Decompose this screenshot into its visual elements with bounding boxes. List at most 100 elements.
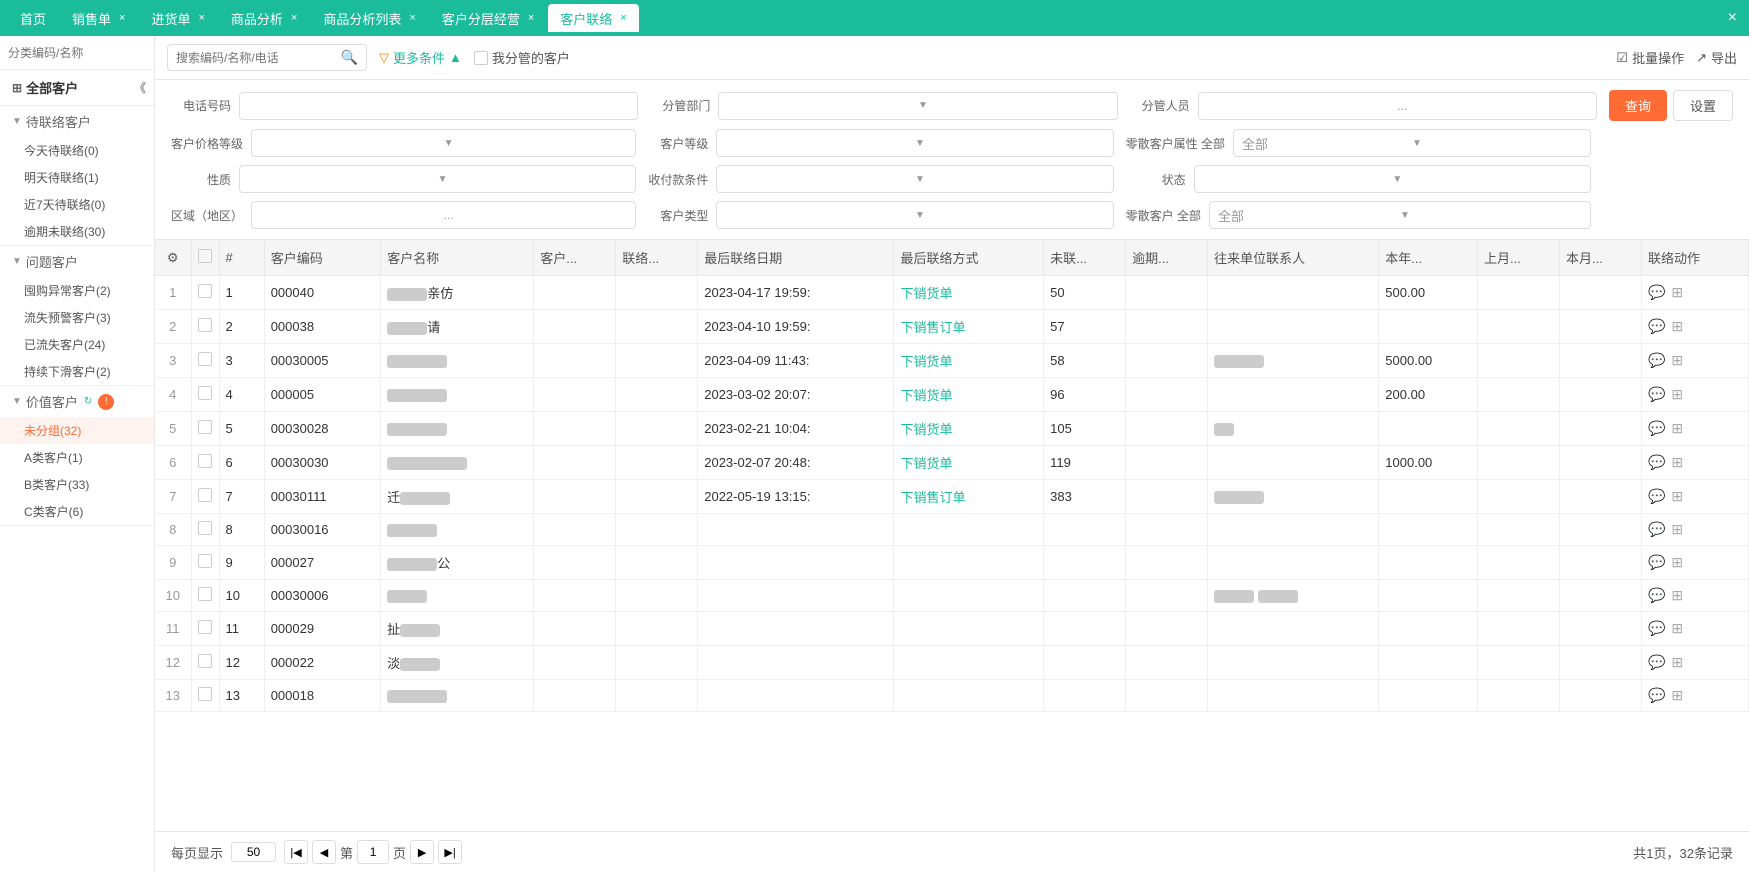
checkbox-col-header[interactable] bbox=[191, 240, 219, 276]
last-contact-method-col-header[interactable]: 最后联络方式 bbox=[894, 240, 1044, 276]
sidebar-group-value-header[interactable]: ▼ 价值客户 ↻ ! bbox=[0, 386, 154, 417]
retail-attr-select[interactable]: 全部 ▼ bbox=[1233, 129, 1591, 157]
row-checkbox[interactable] bbox=[198, 386, 212, 400]
table-cell-checkbox[interactable] bbox=[191, 680, 219, 712]
sidebar-item-abnormal-hoarding[interactable]: 囤购异常客户(2) bbox=[0, 277, 154, 304]
batch-ops-btn[interactable]: ☑ 批量操作 bbox=[1616, 48, 1684, 67]
table-cell-checkbox[interactable] bbox=[191, 446, 219, 480]
chat-icon[interactable]: 💬 bbox=[1648, 620, 1665, 637]
grid-action-icon[interactable]: ⊞ bbox=[1671, 620, 1683, 637]
my-customers-checkbox[interactable]: 我分管的客户 bbox=[474, 48, 570, 67]
tab-sales-close[interactable]: × bbox=[119, 12, 125, 24]
row-checkbox[interactable] bbox=[198, 352, 212, 366]
filter-search-icon[interactable]: 🔍 bbox=[341, 49, 358, 66]
last-page-btn[interactable]: ▶| bbox=[438, 840, 462, 864]
tab-customer-tier-close[interactable]: × bbox=[528, 12, 534, 24]
name-col-header[interactable]: 客户名称 bbox=[381, 240, 534, 276]
row-checkbox[interactable] bbox=[198, 587, 212, 601]
settings-col-header[interactable]: ⚙ bbox=[155, 240, 191, 276]
export-btn[interactable]: ↗ 导出 bbox=[1696, 48, 1737, 67]
tab-goods-analysis-close[interactable]: × bbox=[291, 12, 297, 24]
grid-action-icon[interactable]: ⊞ bbox=[1671, 352, 1683, 369]
tab-customer-tier[interactable]: 客户分层经营 × bbox=[430, 4, 546, 32]
grid-action-icon[interactable]: ⊞ bbox=[1671, 488, 1683, 505]
chat-icon[interactable]: 💬 bbox=[1648, 687, 1665, 704]
sidebar-search-input[interactable] bbox=[8, 46, 155, 60]
row-checkbox[interactable] bbox=[198, 284, 212, 298]
tab-home[interactable]: 首页 bbox=[8, 4, 58, 32]
grid-action-icon[interactable]: ⊞ bbox=[1671, 654, 1683, 671]
next-page-btn[interactable]: ▶ bbox=[410, 840, 434, 864]
last-contact-method-link[interactable]: 下销售订单 bbox=[900, 320, 965, 335]
chat-icon[interactable]: 💬 bbox=[1648, 318, 1665, 335]
tab-goods-analysis[interactable]: 商品分析 × bbox=[219, 4, 309, 32]
row-checkbox[interactable] bbox=[198, 420, 212, 434]
last-contact-date-col-header[interactable]: 最后联络日期 bbox=[698, 240, 894, 276]
table-cell-checkbox[interactable] bbox=[191, 378, 219, 412]
tab-purchase-close[interactable]: × bbox=[198, 12, 204, 24]
nav-close-all[interactable]: × bbox=[1724, 5, 1741, 31]
grid-action-icon[interactable]: ⊞ bbox=[1671, 318, 1683, 335]
unit-contact-col-header[interactable]: 往来单位联系人 bbox=[1208, 240, 1379, 276]
sidebar-item-tomorrow-pending[interactable]: 明天待联络(1) bbox=[0, 164, 154, 191]
row-checkbox[interactable] bbox=[198, 620, 212, 634]
tab-customer-contact[interactable]: 客户联络 × bbox=[548, 4, 638, 32]
last-contact-method-link[interactable]: 下销货单 bbox=[900, 456, 952, 471]
last-contact-method-link[interactable]: 下销货单 bbox=[900, 388, 952, 403]
last-month-col-header[interactable]: 上月... bbox=[1477, 240, 1559, 276]
my-customers-check[interactable] bbox=[474, 51, 488, 65]
table-cell-checkbox[interactable] bbox=[191, 480, 219, 514]
retail-customer-select[interactable]: 全部 ▼ bbox=[1209, 201, 1591, 229]
table-cell-checkbox[interactable] bbox=[191, 310, 219, 344]
grid-action-icon[interactable]: ⊞ bbox=[1671, 454, 1683, 471]
type-col-header[interactable]: 客户... bbox=[534, 240, 616, 276]
grid-action-icon[interactable]: ⊞ bbox=[1671, 554, 1683, 571]
query-button[interactable]: 查询 bbox=[1609, 90, 1667, 121]
collapse-icon[interactable]: 《 bbox=[134, 79, 146, 96]
sidebar-item-ungrouped[interactable]: 未分组(32) bbox=[0, 417, 154, 444]
tab-sales[interactable]: 销售单 × bbox=[60, 4, 137, 32]
filter-search-input[interactable] bbox=[176, 51, 337, 65]
row-checkbox[interactable] bbox=[198, 488, 212, 502]
nature-select[interactable]: ▼ bbox=[239, 165, 636, 193]
sidebar-item-class-a[interactable]: A类客户(1) bbox=[0, 444, 154, 471]
row-checkbox[interactable] bbox=[198, 318, 212, 332]
sidebar-group-pending-header[interactable]: ▼ 待联络客户 bbox=[0, 106, 154, 137]
chat-icon[interactable]: 💬 bbox=[1648, 352, 1665, 369]
last-contact-method-link[interactable]: 下销货单 bbox=[900, 422, 952, 437]
last-contact-method-link[interactable]: 下销货单 bbox=[900, 286, 952, 301]
tab-goods-analysis-list[interactable]: 商品分析列表 × bbox=[311, 4, 427, 32]
row-checkbox[interactable] bbox=[198, 554, 212, 568]
manager-select[interactable]: ... bbox=[1198, 92, 1597, 120]
chat-icon[interactable]: 💬 bbox=[1648, 587, 1665, 604]
grid-action-icon[interactable]: ⊞ bbox=[1671, 420, 1683, 437]
prev-page-btn[interactable]: ◀ bbox=[312, 840, 336, 864]
sidebar-item-churn-warning[interactable]: 流失预警客户(3) bbox=[0, 304, 154, 331]
sidebar-item-churned[interactable]: 已流失客户(24) bbox=[0, 331, 154, 358]
page-size-input[interactable] bbox=[231, 842, 276, 862]
chat-icon[interactable]: 💬 bbox=[1648, 284, 1665, 301]
chat-icon[interactable]: 💬 bbox=[1648, 386, 1665, 403]
table-cell-checkbox[interactable] bbox=[191, 612, 219, 646]
sidebar-item-declining[interactable]: 持续下滑客户(2) bbox=[0, 358, 154, 385]
table-cell-checkbox[interactable] bbox=[191, 344, 219, 378]
contact-col-header[interactable]: 联络... bbox=[616, 240, 698, 276]
row-checkbox[interactable] bbox=[198, 687, 212, 701]
price-level-select[interactable]: ▼ bbox=[251, 129, 636, 157]
chat-icon[interactable]: 💬 bbox=[1648, 521, 1665, 538]
chat-icon[interactable]: 💬 bbox=[1648, 454, 1665, 471]
sidebar-group-problem-header[interactable]: ▼ 问题客户 bbox=[0, 246, 154, 277]
sidebar-all-customers[interactable]: ⊞ 全部客户 《 bbox=[0, 70, 154, 106]
reset-button[interactable]: 设置 bbox=[1673, 90, 1733, 121]
chat-icon[interactable]: 💬 bbox=[1648, 488, 1665, 505]
more-conditions-btn[interactable]: ▽ 更多条件 ▲ bbox=[379, 48, 462, 67]
sidebar-item-today-pending[interactable]: 今天待联络(0) bbox=[0, 137, 154, 164]
customer-type-select[interactable]: ▼ bbox=[716, 201, 1113, 229]
sidebar-item-overdue[interactable]: 逾期未联络(30) bbox=[0, 218, 154, 245]
this-year-col-header[interactable]: 本年... bbox=[1379, 240, 1478, 276]
grid-action-icon[interactable]: ⊞ bbox=[1671, 521, 1683, 538]
last-contact-method-link[interactable]: 下销货单 bbox=[900, 354, 952, 369]
grid-action-icon[interactable]: ⊞ bbox=[1671, 284, 1683, 301]
customer-level-select[interactable]: ▼ bbox=[716, 129, 1113, 157]
first-page-btn[interactable]: |◀ bbox=[284, 840, 308, 864]
